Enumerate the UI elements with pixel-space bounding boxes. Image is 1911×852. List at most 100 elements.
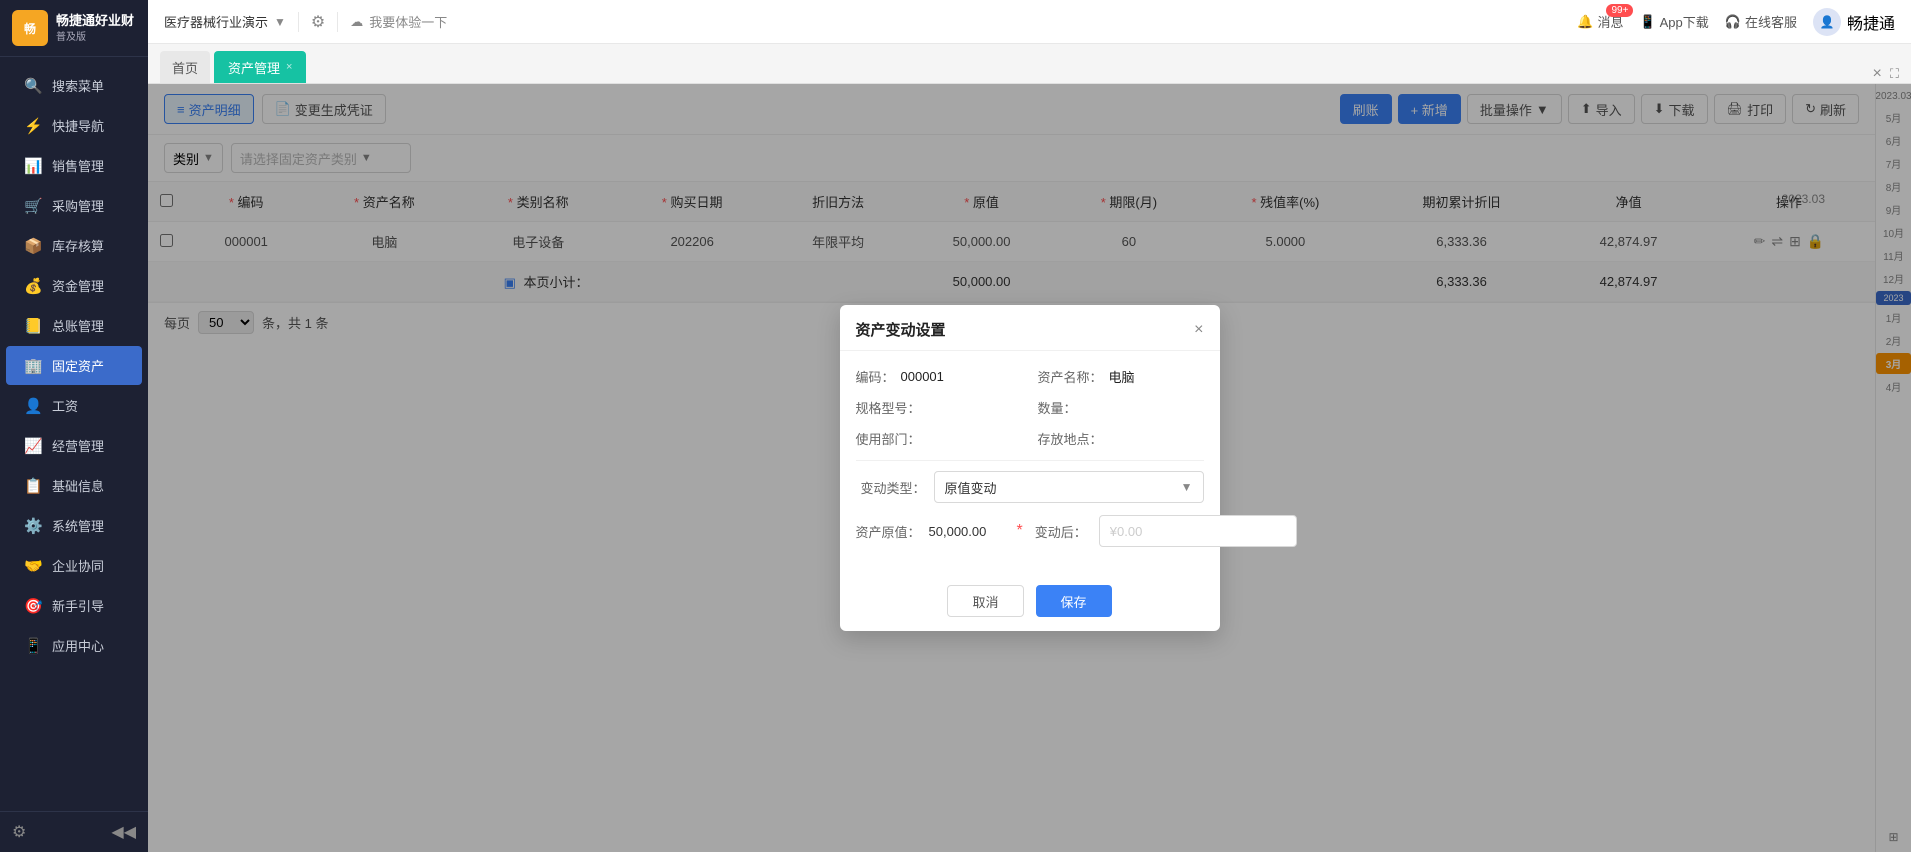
window-maximize-icon[interactable]: ⛶ bbox=[1890, 66, 1899, 82]
original-value-value: 50,000.00 bbox=[929, 524, 1009, 539]
chevron-down-icon: ▼ bbox=[274, 15, 286, 29]
after-change-input[interactable] bbox=[1099, 515, 1297, 547]
cart-icon: 🛒 bbox=[24, 197, 42, 215]
original-value-label: 资产原值： bbox=[856, 522, 921, 541]
person-icon: 👤 bbox=[24, 397, 42, 415]
handshake-icon: 🤝 bbox=[24, 557, 42, 575]
sidebar-item-search[interactable]: 🔍 搜索菜单 bbox=[6, 66, 142, 105]
app-download-label: App下载 bbox=[1660, 12, 1709, 31]
sidebar: 畅 畅捷通好业财 普及版 🔍 搜索菜单 ⚡ 快捷导航 📊 销售管理 🛒 采购管理… bbox=[0, 0, 148, 852]
dialog-row-1: 编码： 000001 资产名称： 电脑 bbox=[856, 367, 1204, 386]
sidebar-bottom: ⚙ ◀◀ bbox=[0, 811, 148, 852]
sidebar-header: 畅 畅捷通好业财 普及版 bbox=[0, 0, 148, 57]
sidebar-item-apps[interactable]: 📱 应用中心 bbox=[6, 626, 142, 665]
sidebar-item-fixed-assets[interactable]: 🏢 固定资产 bbox=[6, 346, 142, 385]
sidebar-item-label: 企业协同 bbox=[52, 556, 104, 575]
sidebar-item-label: 基础信息 bbox=[52, 476, 104, 495]
headset-icon: 🎧 bbox=[1725, 14, 1741, 30]
company-selector[interactable]: 医疗器械行业演示 ▼ bbox=[164, 12, 286, 31]
sidebar-item-label: 系统管理 bbox=[52, 516, 104, 535]
sidebar-item-inventory[interactable]: 📦 库存核算 bbox=[6, 226, 142, 265]
sidebar-item-label: 新手引导 bbox=[52, 596, 104, 615]
divider bbox=[337, 12, 338, 32]
asset-change-dialog: 资产变动设置 × 编码： 000001 资产名称： 电脑 bbox=[840, 305, 1220, 631]
dialog-footer: 取消 保存 bbox=[840, 575, 1220, 631]
app-title-block: 畅捷通好业财 普及版 bbox=[56, 13, 134, 44]
sidebar-item-basic-info[interactable]: 📋 基础信息 bbox=[6, 466, 142, 505]
box-icon: 📦 bbox=[24, 237, 42, 255]
window-close-icon[interactable]: × bbox=[1873, 65, 1882, 83]
topbar: 医疗器械行业演示 ▼ ⚙ ☁ 我要体验一下 🔔 消息 99+ 📱 App下载 🎧… bbox=[148, 0, 1911, 44]
sidebar-item-label: 总账管理 bbox=[52, 316, 104, 335]
dialog-field-name: 资产名称： 电脑 bbox=[1038, 367, 1204, 386]
dialog-field-department: 使用部门： bbox=[856, 429, 1022, 448]
money-icon: 💰 bbox=[24, 277, 42, 295]
chart-icon: 📊 bbox=[24, 157, 42, 175]
sidebar-item-operations[interactable]: 📈 经营管理 bbox=[6, 426, 142, 465]
notification-btn[interactable]: 🔔 消息 99+ bbox=[1577, 12, 1623, 31]
sidebar-item-ledger[interactable]: 📒 总账管理 bbox=[6, 306, 142, 345]
mobile-icon: 📱 bbox=[1639, 14, 1655, 30]
after-change-label: 变动后： bbox=[1035, 522, 1087, 541]
target-icon: 🎯 bbox=[24, 597, 42, 615]
settings-icon[interactable]: ⚙ bbox=[311, 12, 325, 32]
save-button[interactable]: 保存 bbox=[1036, 585, 1112, 617]
sidebar-nav: 🔍 搜索菜单 ⚡ 快捷导航 📊 销售管理 🛒 采购管理 📦 库存核算 💰 资金管… bbox=[0, 57, 148, 811]
building-icon: 🏢 bbox=[24, 357, 42, 375]
tab-label: 资产管理 bbox=[228, 58, 280, 77]
quantity-label: 数量： bbox=[1038, 398, 1077, 417]
sidebar-item-quick-nav[interactable]: ⚡ 快捷导航 bbox=[6, 106, 142, 145]
sidebar-item-purchase[interactable]: 🛒 采购管理 bbox=[6, 186, 142, 225]
chevron-down-icon: ▼ bbox=[1181, 480, 1193, 494]
sidebar-item-system[interactable]: ⚙️ 系统管理 bbox=[6, 506, 142, 545]
dialog-row-3: 使用部门： 存放地点： bbox=[856, 429, 1204, 448]
sidebar-item-label: 经营管理 bbox=[52, 436, 104, 455]
dialog-close-icon[interactable]: × bbox=[1194, 321, 1203, 339]
company-name: 医疗器械行业演示 bbox=[164, 12, 268, 31]
customer-service-label: 在线客服 bbox=[1745, 12, 1797, 31]
dialog-field-code: 编码： 000001 bbox=[856, 367, 1022, 386]
sidebar-item-cooperation[interactable]: 🤝 企业协同 bbox=[6, 546, 142, 585]
app-logo: 畅 bbox=[12, 10, 48, 46]
trend-icon: 📈 bbox=[24, 437, 42, 455]
divider bbox=[298, 12, 299, 32]
tab-asset-management[interactable]: 资产管理 × bbox=[214, 51, 306, 83]
settings-icon[interactable]: ⚙ bbox=[12, 822, 26, 842]
cancel-button[interactable]: 取消 bbox=[947, 585, 1023, 617]
main-area: 医疗器械行业演示 ▼ ⚙ ☁ 我要体验一下 🔔 消息 99+ 📱 App下载 🎧… bbox=[148, 0, 1911, 852]
clipboard-icon: 📋 bbox=[24, 477, 42, 495]
collapse-icon[interactable]: ◀◀ bbox=[111, 822, 136, 842]
user-menu[interactable]: 👤 畅捷通 bbox=[1813, 8, 1895, 36]
change-type-select[interactable]: 原值变动 ▼ bbox=[934, 471, 1204, 503]
tab-home[interactable]: 首页 bbox=[160, 51, 210, 83]
sidebar-item-sales[interactable]: 📊 销售管理 bbox=[6, 146, 142, 185]
cloud-icon: ☁ bbox=[350, 14, 363, 30]
customer-service-btn[interactable]: 🎧 在线客服 bbox=[1725, 12, 1797, 31]
app-subtitle: 普及版 bbox=[56, 28, 134, 43]
sidebar-item-capital[interactable]: 💰 资金管理 bbox=[6, 266, 142, 305]
dialog-field-quantity: 数量： bbox=[1038, 398, 1204, 417]
sidebar-item-guide[interactable]: 🎯 新手引导 bbox=[6, 586, 142, 625]
tab-close-icon[interactable]: × bbox=[286, 61, 292, 73]
search-icon: 🔍 bbox=[24, 77, 42, 95]
ledger-icon: 📒 bbox=[24, 317, 42, 335]
sidebar-item-payroll[interactable]: 👤 工资 bbox=[6, 386, 142, 425]
sidebar-item-label: 应用中心 bbox=[52, 636, 104, 655]
tab-home-label: 首页 bbox=[172, 58, 198, 77]
dialog-change-type-row: 变动类型： 原值变动 ▼ bbox=[856, 471, 1204, 503]
change-type-label: 变动类型： bbox=[856, 478, 926, 497]
phone-icon: 📱 bbox=[24, 637, 42, 655]
content-area: ≡ 资产明细 📄 变更生成凭证 刷账 + 新增 bbox=[148, 84, 1911, 852]
sidebar-item-label: 搜索菜单 bbox=[52, 76, 104, 95]
dialog-field-location: 存放地点： bbox=[1038, 429, 1204, 448]
gear-icon: ⚙️ bbox=[24, 517, 42, 535]
lightning-icon: ⚡ bbox=[24, 117, 42, 135]
app-download-btn[interactable]: 📱 App下载 bbox=[1639, 12, 1708, 31]
code-value: 000001 bbox=[901, 369, 944, 384]
code-label: 编码： bbox=[856, 367, 895, 386]
bell-icon: 🔔 bbox=[1577, 14, 1593, 30]
experience-btn[interactable]: ☁ 我要体验一下 bbox=[350, 12, 447, 31]
dialog-values-row: 资产原值： 50,000.00 * 变动后： bbox=[856, 515, 1204, 547]
department-label: 使用部门： bbox=[856, 429, 921, 448]
notification-badge: 99+ bbox=[1606, 4, 1633, 17]
